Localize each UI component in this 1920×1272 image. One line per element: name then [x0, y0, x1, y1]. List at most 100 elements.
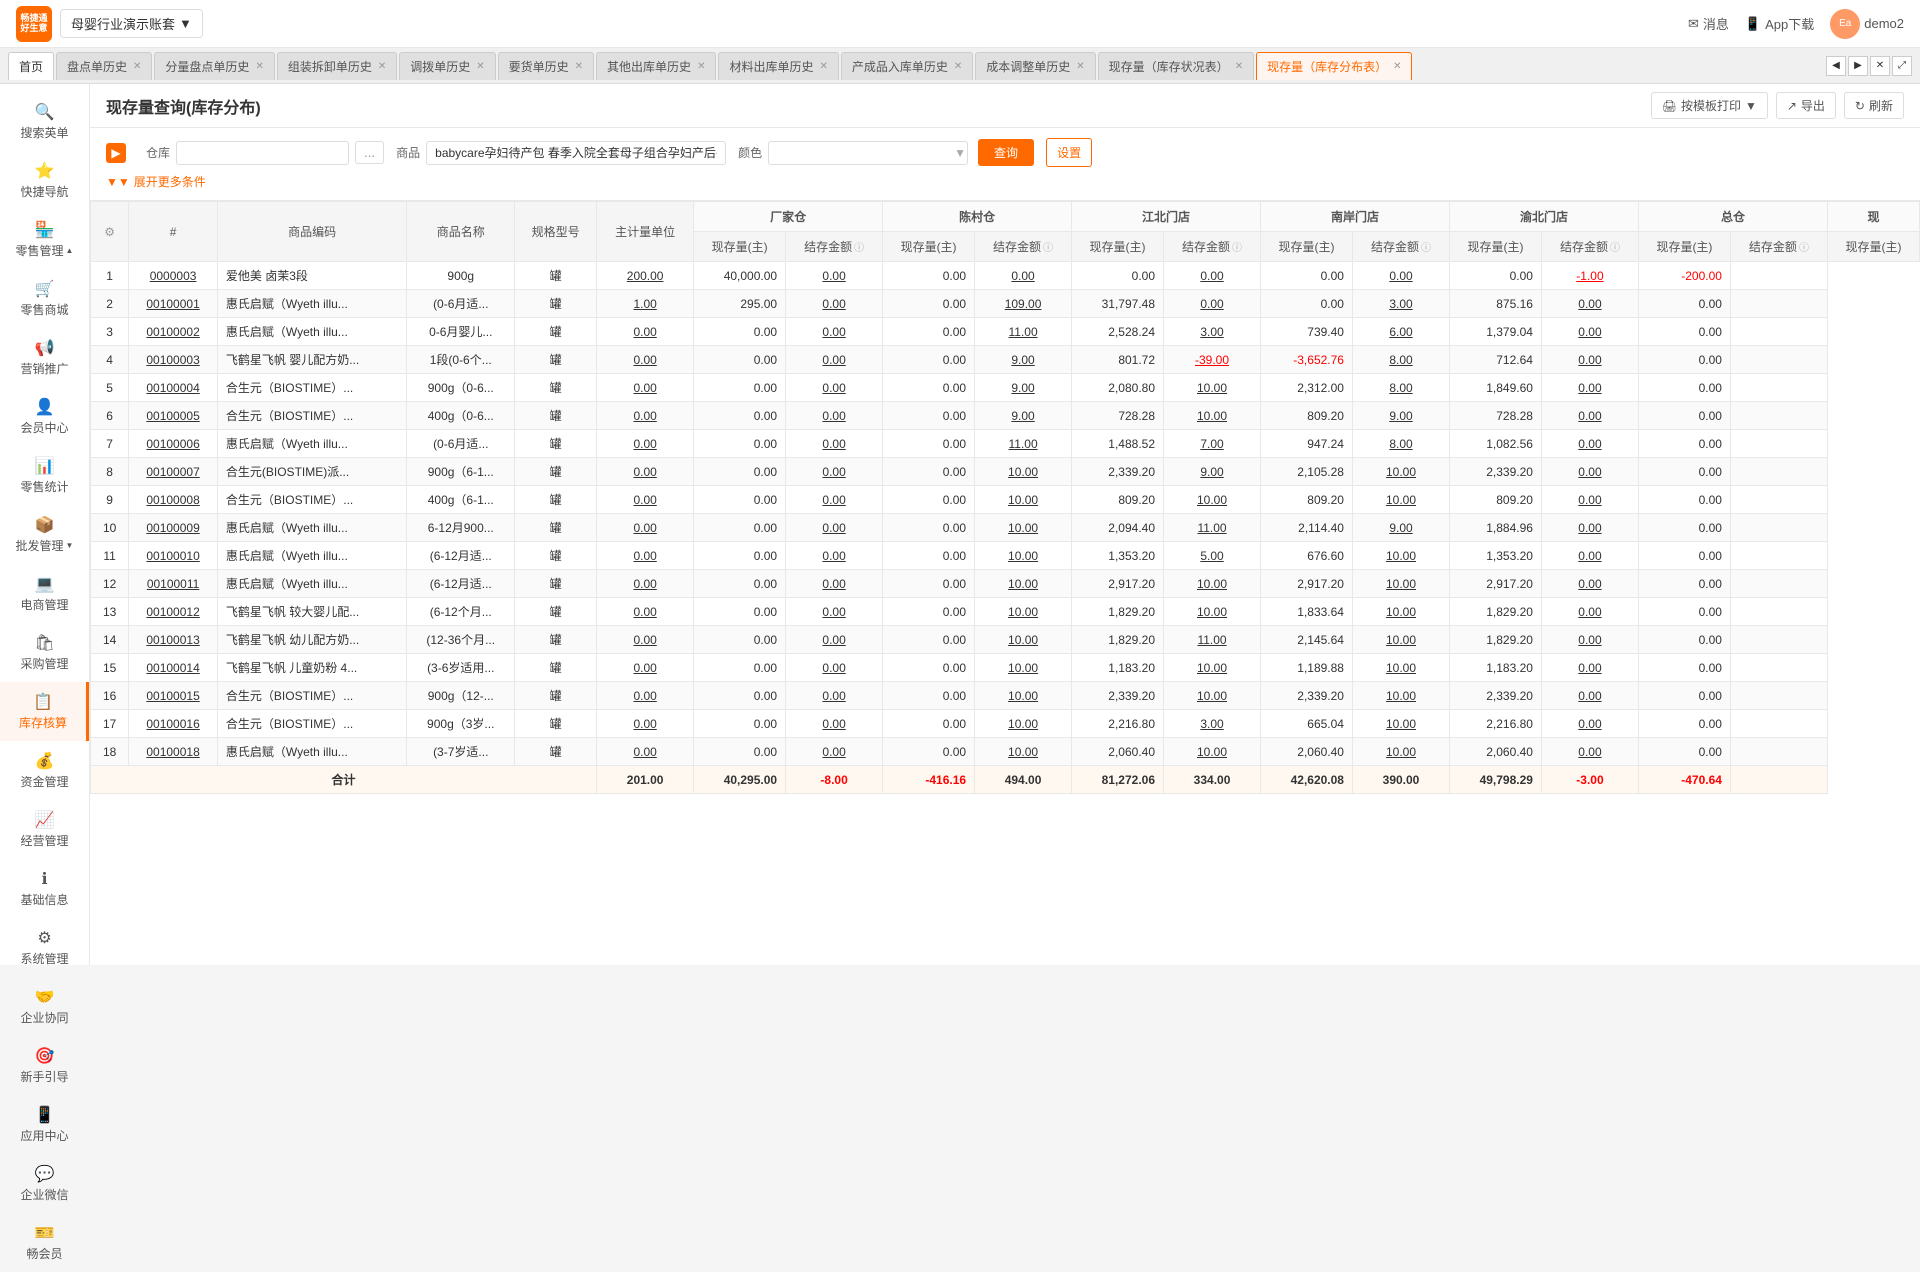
cell-w2-qty[interactable]: 0.00: [786, 654, 883, 682]
tab-yaohuo[interactable]: 要货单历史 ✕: [498, 52, 594, 80]
nav-close[interactable]: ✕: [1870, 56, 1890, 76]
cell-w2-qty[interactable]: 0.00: [786, 262, 883, 290]
cell-w2-qty[interactable]: 0.00: [786, 682, 883, 710]
cell-code[interactable]: 00100004: [129, 374, 218, 402]
refresh-btn[interactable]: ↻ 刷新: [1844, 92, 1904, 119]
cell-w1-qty[interactable]: 0.00: [597, 682, 694, 710]
info-icon[interactable]: ⓘ: [1799, 243, 1809, 254]
cell-w3-qty[interactable]: 109.00: [975, 290, 1072, 318]
cell-w1-qty[interactable]: 200.00: [597, 262, 694, 290]
cell-w3-qty[interactable]: 0.00: [975, 262, 1072, 290]
cell-w5-qty[interactable]: 10.00: [1352, 458, 1449, 486]
cell-w3-qty[interactable]: 10.00: [975, 654, 1072, 682]
cell-w1-qty[interactable]: 0.00: [597, 710, 694, 738]
sidebar-item-nav[interactable]: ⭐ 快捷导航: [0, 151, 89, 210]
cell-w4-qty[interactable]: 10.00: [1164, 598, 1261, 626]
sidebar-item-retail-stats[interactable]: 📊 零售统计: [0, 446, 89, 505]
close-icon[interactable]: ✕: [819, 61, 827, 72]
cell-code[interactable]: 00100011: [129, 570, 218, 598]
cell-wt-qty[interactable]: 0.00: [1541, 654, 1638, 682]
cell-wt-qty[interactable]: 0.00: [1541, 514, 1638, 542]
cell-code[interactable]: 00100001: [129, 290, 218, 318]
tab-status[interactable]: 现存量（库存状况表）✕: [1098, 52, 1254, 80]
cell-code[interactable]: 00100006: [129, 430, 218, 458]
cell-w5-qty[interactable]: 10.00: [1352, 682, 1449, 710]
close-icon[interactable]: ✕: [697, 61, 705, 72]
cell-wt-qty[interactable]: 0.00: [1541, 486, 1638, 514]
cell-w5-qty[interactable]: 8.00: [1352, 346, 1449, 374]
cell-w5-qty[interactable]: 10.00: [1352, 570, 1449, 598]
cell-w4-qty[interactable]: 5.00: [1164, 542, 1261, 570]
sidebar-item-inventory[interactable]: 📋 库存核算: [0, 682, 89, 741]
cell-w1-qty[interactable]: 0.00: [597, 654, 694, 682]
close-icon[interactable]: ✕: [255, 61, 263, 72]
cell-w1-qty[interactable]: 0.00: [597, 346, 694, 374]
message-btn[interactable]: ✉ 消息: [1688, 14, 1729, 33]
cell-w4-qty[interactable]: 10.00: [1164, 654, 1261, 682]
sidebar-item-retail[interactable]: 🏪 零售管理 ▲: [0, 210, 89, 269]
tab-chanpin[interactable]: 产成品入库单历史 ✕: [841, 52, 973, 80]
cell-w2-qty[interactable]: 0.00: [786, 710, 883, 738]
cell-w2-qty[interactable]: 0.00: [786, 430, 883, 458]
cell-w4-qty[interactable]: 0.00: [1164, 262, 1261, 290]
cell-wt-qty[interactable]: 0.00: [1541, 682, 1638, 710]
cell-w5-qty[interactable]: 10.00: [1352, 710, 1449, 738]
cell-code[interactable]: 00100013: [129, 626, 218, 654]
cell-wt-qty[interactable]: 0.00: [1541, 570, 1638, 598]
cell-wt-qty[interactable]: 0.00: [1541, 710, 1638, 738]
cell-w4-qty[interactable]: 3.00: [1164, 318, 1261, 346]
close-icon[interactable]: ✕: [575, 61, 583, 72]
cell-w3-qty[interactable]: 9.00: [975, 346, 1072, 374]
cell-w5-qty[interactable]: 10.00: [1352, 626, 1449, 654]
cell-w2-qty[interactable]: 0.00: [786, 598, 883, 626]
cell-wt-qty[interactable]: 0.00: [1541, 738, 1638, 766]
cell-w1-qty[interactable]: 0.00: [597, 374, 694, 402]
app-download-btn[interactable]: 📱 App下载: [1745, 14, 1814, 33]
close-icon[interactable]: ✕: [133, 61, 141, 72]
nav-prev[interactable]: ◀: [1826, 56, 1846, 76]
sidebar-item-purchase[interactable]: 🛍 采购管理: [0, 623, 89, 682]
cell-wt-qty[interactable]: 0.00: [1541, 374, 1638, 402]
cell-w1-qty[interactable]: 0.00: [597, 486, 694, 514]
close-icon[interactable]: ✕: [1235, 61, 1243, 72]
cell-w4-qty[interactable]: 10.00: [1164, 402, 1261, 430]
cell-w2-qty[interactable]: 0.00: [786, 318, 883, 346]
cell-w5-qty[interactable]: 10.00: [1352, 598, 1449, 626]
tab-clchuku[interactable]: 材料出库单历史 ✕: [718, 52, 838, 80]
info-icon[interactable]: ⓘ: [1043, 243, 1053, 254]
cell-w1-qty[interactable]: 0.00: [597, 738, 694, 766]
cell-w2-qty[interactable]: 0.00: [786, 626, 883, 654]
cell-w3-qty[interactable]: 10.00: [975, 570, 1072, 598]
tab-fenpandian[interactable]: 分量盘点单历史 ✕: [154, 52, 274, 80]
settings-btn[interactable]: 设置: [1046, 138, 1092, 167]
sidebar-item-vip[interactable]: 🎫 畅会员: [0, 1213, 89, 1272]
cell-w4-qty[interactable]: 7.00: [1164, 430, 1261, 458]
info-icon[interactable]: ⓘ: [1610, 243, 1620, 254]
close-icon[interactable]: ✕: [476, 61, 484, 72]
cell-w4-qty[interactable]: 10.00: [1164, 486, 1261, 514]
cell-w5-qty[interactable]: 8.00: [1352, 374, 1449, 402]
cell-wt-qty[interactable]: 0.00: [1541, 290, 1638, 318]
cell-w3-qty[interactable]: 10.00: [975, 542, 1072, 570]
cell-code[interactable]: 00100015: [129, 682, 218, 710]
cell-w1-qty[interactable]: 0.00: [597, 542, 694, 570]
cell-w2-qty[interactable]: 0.00: [786, 486, 883, 514]
tab-diaobodanhistory[interactable]: 调拨单历史 ✕: [399, 52, 495, 80]
cell-wt-qty[interactable]: 0.00: [1541, 542, 1638, 570]
goods-input[interactable]: [426, 141, 726, 165]
cell-w2-qty[interactable]: 0.00: [786, 542, 883, 570]
cell-code[interactable]: 00100008: [129, 486, 218, 514]
cell-w1-qty[interactable]: 0.00: [597, 598, 694, 626]
cell-w3-qty[interactable]: 9.00: [975, 402, 1072, 430]
expand-btn[interactable]: ▶: [106, 143, 126, 163]
cell-wt-qty[interactable]: 0.00: [1541, 458, 1638, 486]
tab-pandian[interactable]: 盘点单历史 ✕: [56, 52, 152, 80]
sidebar-item-guide[interactable]: 🎯 新手引导: [0, 1036, 89, 1095]
export-btn[interactable]: ↗ 导出: [1776, 92, 1836, 119]
cell-w5-qty[interactable]: 9.00: [1352, 514, 1449, 542]
cell-w1-qty[interactable]: 0.00: [597, 402, 694, 430]
tab-qtchuku[interactable]: 其他出库单历史 ✕: [596, 52, 716, 80]
cell-wt-qty[interactable]: 0.00: [1541, 402, 1638, 430]
tab-chengben[interactable]: 成本调整单历史 ✕: [975, 52, 1095, 80]
cell-wt-qty[interactable]: -1.00: [1541, 262, 1638, 290]
